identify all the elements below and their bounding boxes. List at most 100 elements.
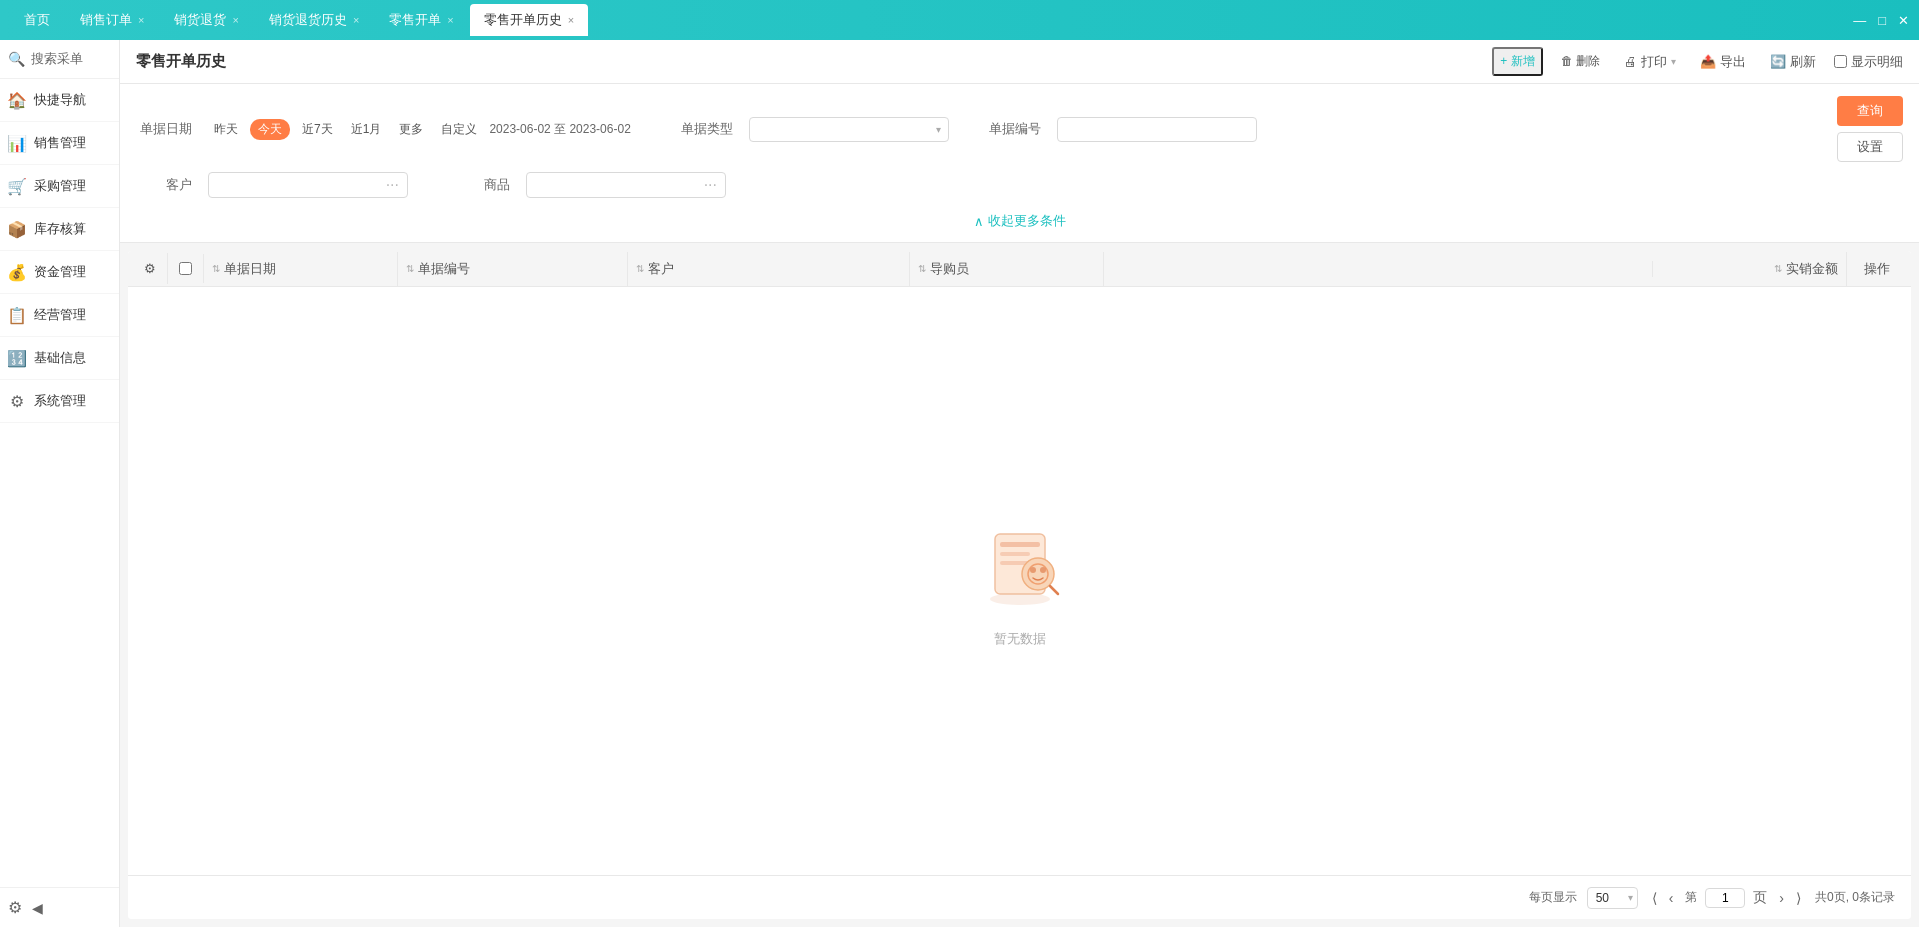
sidebar-item-system[interactable]: ⚙ 系统管理 xyxy=(0,380,119,423)
filter-row-1: 单据日期 昨天 今天 近7天 近1月 更多 自定义 2023-06-02 至 2… xyxy=(136,96,1903,162)
tab-retail-order[interactable]: 零售开单 × xyxy=(375,4,467,36)
settings-icon: ⚙ xyxy=(144,261,156,276)
table-container: ⚙ ⇅ 单据日期 ⇅ 单据编号 ⇅ 客户 ⇅ xyxy=(128,251,1911,919)
export-button[interactable]: 📤 导出 xyxy=(1694,49,1752,75)
goods-filter-label: 商品 xyxy=(454,176,510,194)
th-date[interactable]: ⇅ 单据日期 xyxy=(204,252,398,286)
svg-point-9 xyxy=(1040,567,1046,573)
empty-icon xyxy=(970,514,1070,614)
type-select[interactable] xyxy=(749,117,949,142)
display-detail-input[interactable] xyxy=(1834,55,1847,68)
th-action-label: 操作 xyxy=(1864,260,1890,278)
sidebar-item-inventory[interactable]: 📦 库存核算 xyxy=(0,208,119,251)
th-middle-space xyxy=(1104,261,1652,277)
top-navigation: 首页 销售订单 × 销货退货 × 销货退货历史 × 零售开单 × 零售开单历史 … xyxy=(0,0,1919,40)
date-yesterday[interactable]: 昨天 xyxy=(208,119,244,140)
page-last-btn[interactable]: ⟩ xyxy=(1792,888,1805,908)
page-next-btn[interactable]: › xyxy=(1775,888,1788,908)
th-amount[interactable]: ⇅ 实销金额 xyxy=(1653,252,1847,286)
tab-retail-order-close[interactable]: × xyxy=(447,14,453,26)
toolbar-actions: + 新增 🗑 删除 🖨 打印 ▾ 📤 导出 🔄 刷新 显示明细 xyxy=(1492,47,1903,76)
print-button[interactable]: 🖨 打印 ▾ xyxy=(1618,49,1682,75)
window-minimize[interactable]: — xyxy=(1853,13,1866,28)
print-label: 打印 xyxy=(1641,53,1667,71)
sidebar-gear-icon[interactable]: ⚙ xyxy=(8,898,22,917)
tab-return-history-label: 销货退货历史 xyxy=(269,11,347,29)
sidebar-bottom: ⚙ ◀ xyxy=(0,887,119,927)
page-prev-btn[interactable]: ‹ xyxy=(1665,888,1678,908)
sidebar-item-basic-info[interactable]: 🔢 基础信息 xyxy=(0,337,119,380)
print-icon: 🖨 xyxy=(1624,54,1637,69)
number-input[interactable] xyxy=(1057,117,1257,142)
tab-retail-history-close[interactable]: × xyxy=(568,14,574,26)
operations-icon: 📋 xyxy=(8,306,26,324)
sidebar-item-finance[interactable]: 💰 资金管理 xyxy=(0,251,119,294)
tab-home[interactable]: 首页 xyxy=(10,4,64,36)
tab-sales-order-label: 销售订单 xyxy=(80,11,132,29)
tab-return-close[interactable]: × xyxy=(232,14,238,26)
tab-return[interactable]: 销货退货 × xyxy=(160,4,252,36)
search-icon: 🔍 xyxy=(8,51,25,67)
page-label-prefix: 第 xyxy=(1681,887,1701,908)
sidebar-item-shortcut[interactable]: 🏠 快捷导航 xyxy=(0,79,119,122)
main-layout: 🔍 搜索采单 🏠 快捷导航 📊 销售管理 🛒 采购管理 📦 库存核算 💰 资金管… xyxy=(0,40,1919,927)
sidebar-item-purchase[interactable]: 🛒 采购管理 xyxy=(0,165,119,208)
sales-icon: 📊 xyxy=(8,134,26,152)
customer-dots-icon[interactable]: ··· xyxy=(386,176,399,194)
collapse-label: 收起更多条件 xyxy=(988,212,1066,230)
query-button[interactable]: 查询 xyxy=(1837,96,1903,126)
tab-retail-order-label: 零售开单 xyxy=(389,11,441,29)
page-number-input[interactable] xyxy=(1705,888,1745,908)
sidebar-search[interactable]: 🔍 搜索采单 xyxy=(0,40,119,79)
delete-button[interactable]: 🗑 删除 xyxy=(1555,49,1606,74)
tab-return-history[interactable]: 销货退货历史 × xyxy=(255,4,373,36)
date-7days[interactable]: 近7天 xyxy=(296,119,339,140)
sidebar-item-label: 库存核算 xyxy=(34,220,86,238)
select-all-checkbox[interactable] xyxy=(179,262,192,275)
page-size-select[interactable]: 10 20 50 100 xyxy=(1587,887,1638,909)
th-guide[interactable]: ⇅ 导购员 xyxy=(910,252,1104,286)
sidebar-item-operations[interactable]: 📋 经营管理 xyxy=(0,294,119,337)
sidebar: 🔍 搜索采单 🏠 快捷导航 📊 销售管理 🛒 采购管理 📦 库存核算 💰 资金管… xyxy=(0,40,120,927)
date-1month[interactable]: 近1月 xyxy=(345,119,388,140)
th-number[interactable]: ⇅ 单据编号 xyxy=(398,252,628,286)
inventory-icon: 📦 xyxy=(8,220,26,238)
type-filter-label: 单据类型 xyxy=(677,120,733,138)
filter-row-2: 客户 ··· 商品 ··· xyxy=(136,172,1903,198)
th-checkbox[interactable] xyxy=(168,254,204,283)
tab-return-history-close[interactable]: × xyxy=(353,14,359,26)
display-detail-label: 显示明细 xyxy=(1851,53,1903,71)
svg-point-8 xyxy=(1030,567,1036,573)
th-customer[interactable]: ⇅ 客户 xyxy=(628,252,911,286)
empty-text: 暂无数据 xyxy=(994,630,1046,648)
refresh-label: 刷新 xyxy=(1790,53,1816,71)
page-first-btn[interactable]: ⟨ xyxy=(1648,888,1661,908)
window-restore[interactable]: □ xyxy=(1878,13,1886,28)
tab-sales-order-close[interactable]: × xyxy=(138,14,144,26)
customer-filter-label: 客户 xyxy=(136,176,192,194)
date-more[interactable]: 更多 xyxy=(393,119,429,140)
refresh-button[interactable]: 🔄 刷新 xyxy=(1764,49,1822,75)
goods-dots-icon[interactable]: ··· xyxy=(704,176,717,194)
sidebar-item-sales[interactable]: 📊 销售管理 xyxy=(0,122,119,165)
date-today[interactable]: 今天 xyxy=(250,119,290,140)
date-custom[interactable]: 自定义 xyxy=(435,119,483,140)
sidebar-item-label: 采购管理 xyxy=(34,177,86,195)
th-amount-label: 实销金额 xyxy=(1786,260,1838,278)
pagination-nav: ⟨ ‹ 第 页 › ⟩ xyxy=(1648,887,1805,909)
tab-retail-history[interactable]: 零售开单历史 × xyxy=(470,4,588,36)
th-settings[interactable]: ⚙ xyxy=(132,253,168,284)
refresh-icon: 🔄 xyxy=(1770,54,1786,69)
customer-input-wrap[interactable]: ··· xyxy=(208,172,408,198)
setting-button[interactable]: 设置 xyxy=(1837,132,1903,162)
tab-sales-order[interactable]: 销售订单 × xyxy=(66,4,158,36)
date-range-text: 2023-06-02 至 2023-06-02 xyxy=(489,121,630,138)
goods-input-wrap[interactable]: ··· xyxy=(526,172,726,198)
add-button[interactable]: + 新增 xyxy=(1492,47,1542,76)
window-close[interactable]: ✕ xyxy=(1898,13,1909,28)
th-customer-label: 客户 xyxy=(648,260,674,278)
date-quick-group: 昨天 今天 近7天 近1月 更多 自定义 2023-06-02 至 2023-0… xyxy=(208,119,631,140)
display-detail-checkbox[interactable]: 显示明细 xyxy=(1834,53,1903,71)
sidebar-collapse-icon[interactable]: ◀ xyxy=(32,900,43,916)
collapse-more-btn[interactable]: ∧ 收起更多条件 xyxy=(136,208,1903,234)
